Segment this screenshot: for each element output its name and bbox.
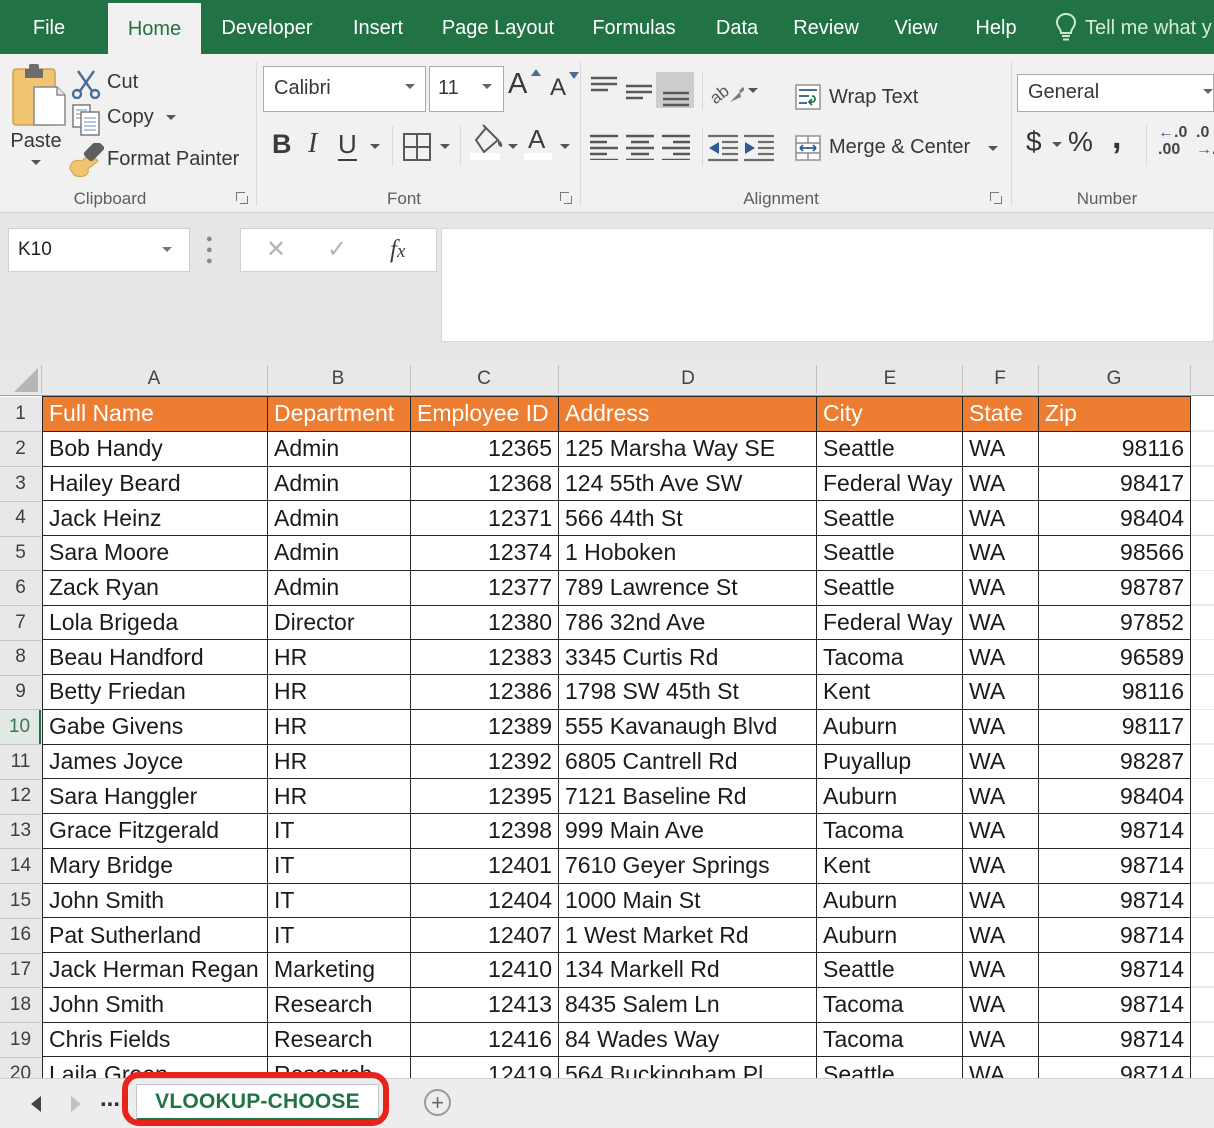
- svg-text:ab: ab: [710, 81, 733, 108]
